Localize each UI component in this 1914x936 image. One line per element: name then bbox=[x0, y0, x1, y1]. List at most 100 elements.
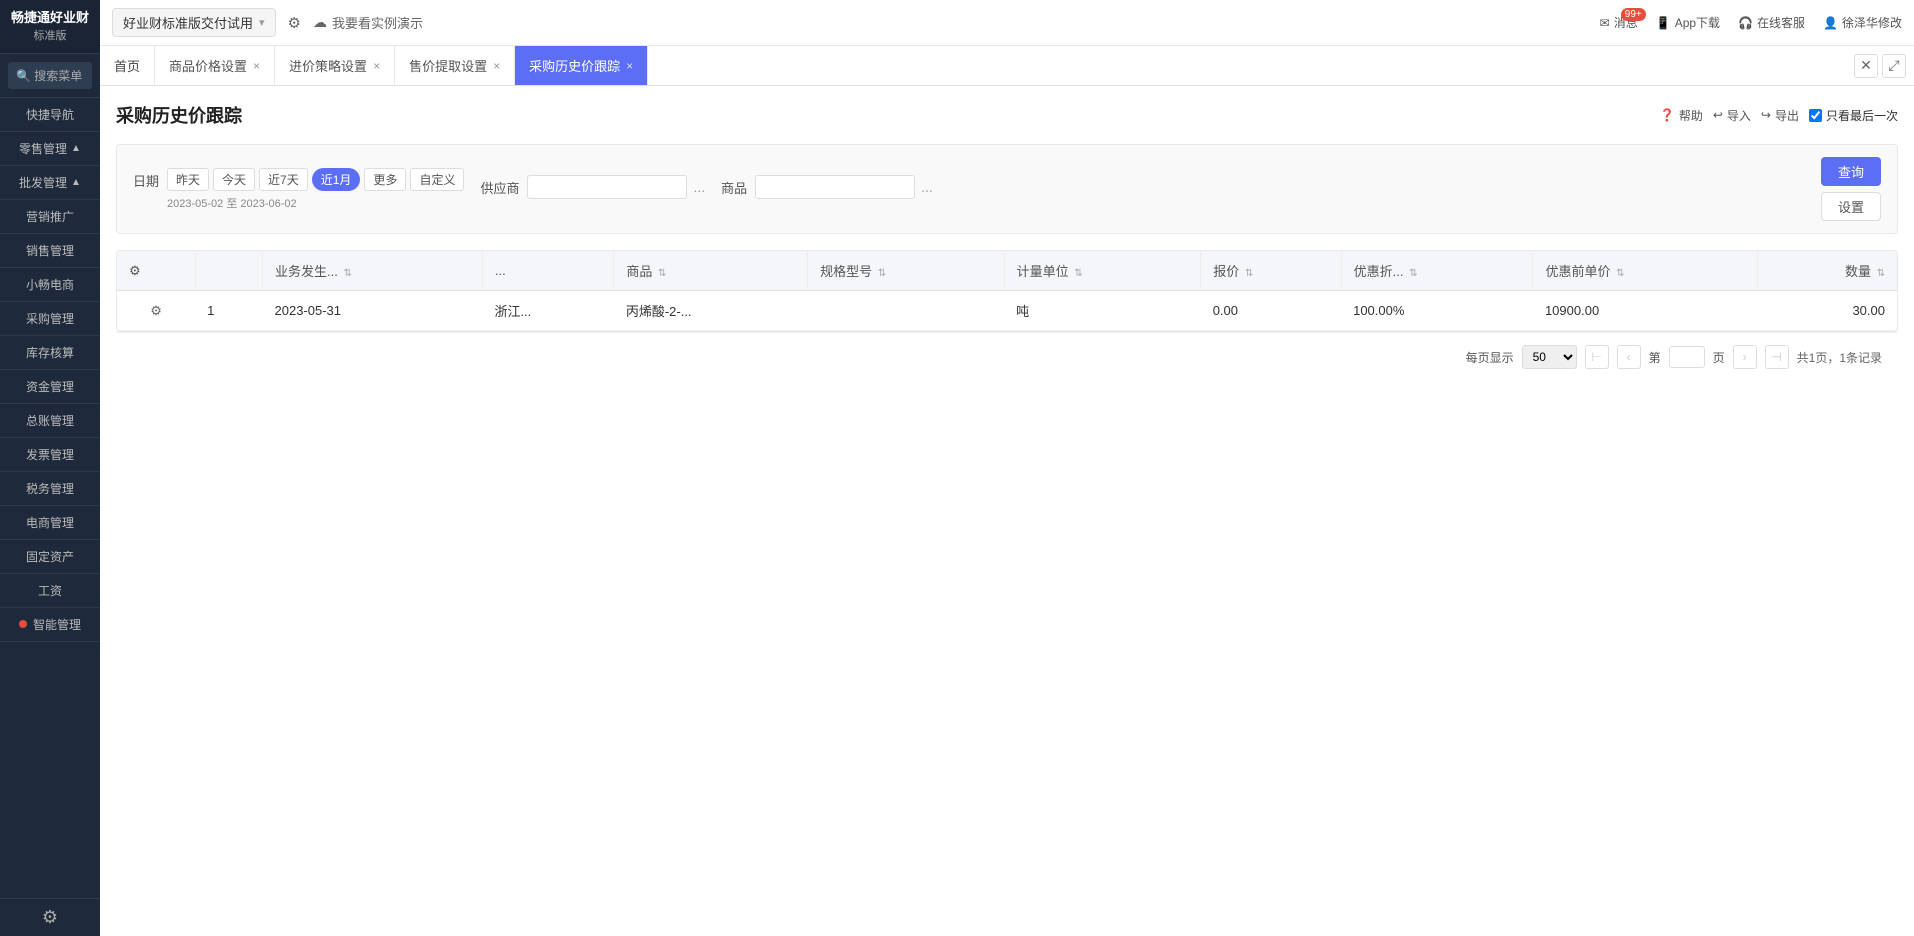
sort-product-icon: ⇅ bbox=[658, 268, 666, 279]
topbar-settings-icon[interactable]: ⚙ bbox=[288, 14, 301, 32]
topbar-selector-label: 好业财标准版交付试用 bbox=[123, 13, 253, 32]
col-discount[interactable]: 优惠折... ⇅ bbox=[1341, 251, 1533, 291]
sidebar-item-ecom[interactable]: 电商管理 bbox=[0, 506, 100, 540]
topbar-selector[interactable]: 好业财标准版交付试用 ▾ bbox=[112, 8, 276, 37]
col-quantity[interactable]: 数量 ⇅ bbox=[1758, 251, 1897, 291]
tab-bar: 首页 商品价格设置 × 进价策略设置 × 售价提取设置 × 采购历史价跟踪 × … bbox=[100, 46, 1914, 86]
date-range-display: 2023-05-02 至 2023-06-02 bbox=[167, 195, 464, 211]
date-btn-yesterday[interactable]: 昨天 bbox=[167, 168, 209, 191]
sidebar-item-retail[interactable]: 零售管理 ▲ bbox=[0, 132, 100, 166]
query-button[interactable]: 查询 bbox=[1821, 157, 1881, 186]
data-table: ⚙ 业务发生... ⇅ ... 商品 ⇅ bbox=[117, 251, 1897, 331]
sidebar-item-sales[interactable]: 销售管理 bbox=[0, 234, 100, 268]
page-label: 第 bbox=[1649, 349, 1661, 366]
row-discount: 100.00% bbox=[1341, 291, 1533, 331]
online-support-button[interactable]: 🎧 在线客服 bbox=[1738, 14, 1805, 31]
sidebar-item-smart[interactable]: 智能管理 bbox=[0, 608, 100, 642]
tab-sale-price-close-icon[interactable]: × bbox=[493, 59, 500, 73]
import-button[interactable]: ↩ 导入 bbox=[1713, 107, 1751, 124]
sidebar-item-quick-nav[interactable]: 快捷导航 bbox=[0, 98, 100, 132]
supplier-filter-group: 供应商 ... bbox=[480, 175, 705, 203]
tab-history-price[interactable]: 采购历史价跟踪 × bbox=[515, 46, 648, 85]
product-filter-label: 商品 bbox=[721, 175, 747, 203]
col-product[interactable]: 商品 ⇅ bbox=[614, 251, 808, 291]
date-btn-last7[interactable]: 近7天 bbox=[259, 168, 308, 191]
page-header-actions: ❓ 帮助 ↩ 导入 ↪ 导出 只看最后一次 bbox=[1660, 107, 1898, 124]
sidebar-settings-icon[interactable]: ⚙ bbox=[0, 898, 100, 936]
message-badge: 99+ bbox=[1621, 8, 1646, 21]
tab-close-window-button[interactable]: ✕ bbox=[1854, 54, 1878, 78]
topbar-demo[interactable]: ☁ 我要看实例演示 bbox=[313, 13, 423, 32]
last-only-checkbox[interactable] bbox=[1809, 109, 1822, 122]
tab-history-price-close-icon[interactable]: × bbox=[626, 59, 633, 73]
tab-price[interactable]: 商品价格设置 × bbox=[155, 46, 275, 85]
topbar: 好业财标准版交付试用 ▾ ⚙ ☁ 我要看实例演示 ✉ 消息 99+ 📱 App下… bbox=[100, 0, 1914, 46]
per-page-select[interactable]: 50 10 20 100 bbox=[1522, 345, 1577, 369]
date-filter-group: 日期 昨天 今天 近7天 近1月 更多 自定义 2023-05-02 至 202… bbox=[133, 168, 464, 211]
sidebar-item-finance[interactable]: 资金管理 bbox=[0, 370, 100, 404]
sort-discount-icon: ⇅ bbox=[1409, 268, 1417, 279]
user-profile-button[interactable]: 👤 徐泽华修改 bbox=[1823, 14, 1902, 31]
sidebar-item-payroll[interactable]: 工资 bbox=[0, 574, 100, 608]
sort-spec-icon: ⇅ bbox=[878, 268, 886, 279]
filter-settings-button[interactable]: 设置 bbox=[1821, 192, 1881, 221]
date-btn-custom[interactable]: 自定义 bbox=[410, 168, 464, 191]
sidebar-item-wholesale[interactable]: 批发管理 ▲ bbox=[0, 166, 100, 200]
sidebar-item-purchase[interactable]: 采购管理 bbox=[0, 302, 100, 336]
tab-purchase-strategy-close-icon[interactable]: × bbox=[373, 59, 380, 73]
tab-home[interactable]: 首页 bbox=[100, 46, 155, 85]
row-quote: 0.00 bbox=[1201, 291, 1341, 331]
messages-button[interactable]: ✉ 消息 99+ bbox=[1600, 14, 1638, 31]
tab-purchase-strategy[interactable]: 进价策略设置 × bbox=[275, 46, 395, 85]
row-spec bbox=[808, 291, 1005, 331]
date-btn-last1month[interactable]: 近1月 bbox=[312, 168, 361, 191]
col-more[interactable]: ... bbox=[482, 251, 613, 291]
col-quote[interactable]: 报价 ⇅ bbox=[1201, 251, 1341, 291]
col-gear[interactable]: ⚙ bbox=[117, 251, 195, 291]
product-input[interactable] bbox=[755, 175, 915, 199]
sidebar: 畅捷通好业财 标准版 🔍 搜索菜单 快捷导航 零售管理 ▲ 批发管理 ▲ 营销推… bbox=[0, 0, 100, 936]
sidebar-item-marketing[interactable]: 营销推广 bbox=[0, 200, 100, 234]
pagination-first-button[interactable]: ⊢ bbox=[1585, 345, 1609, 369]
tab-maximize-button[interactable]: ⤢ bbox=[1882, 54, 1906, 78]
import-icon: ↩ bbox=[1713, 108, 1723, 122]
col-biz-date[interactable]: 业务发生... ⇅ bbox=[263, 251, 483, 291]
pagination-prev-button[interactable]: ‹ bbox=[1617, 345, 1641, 369]
sidebar-item-invoice[interactable]: 发票管理 bbox=[0, 438, 100, 472]
app-download-button[interactable]: 📱 App下载 bbox=[1656, 14, 1720, 31]
sidebar-item-inventory[interactable]: 库存核算 bbox=[0, 336, 100, 370]
row-pre-discount: 10900.00 bbox=[1533, 291, 1758, 331]
pagination-next-button[interactable]: › bbox=[1733, 345, 1757, 369]
tab-price-close-icon[interactable]: × bbox=[253, 59, 260, 73]
help-button[interactable]: ❓ 帮助 bbox=[1660, 107, 1703, 124]
sidebar-item-tax[interactable]: 税务管理 bbox=[0, 472, 100, 506]
sidebar-item-assets[interactable]: 固定资产 bbox=[0, 540, 100, 574]
tab-sale-price[interactable]: 售价提取设置 × bbox=[395, 46, 515, 85]
product-dots-button[interactable]: ... bbox=[921, 179, 933, 195]
last-only-checkbox-label[interactable]: 只看最后一次 bbox=[1809, 107, 1898, 124]
search-menu-button[interactable]: 🔍 搜索菜单 bbox=[8, 62, 92, 89]
date-btn-today[interactable]: 今天 bbox=[213, 168, 255, 191]
row-gear-cell[interactable]: ⚙ bbox=[117, 291, 195, 331]
pagination-bar: 每页显示 50 10 20 100 ⊢ ‹ 第 1 页 › ⊣ 共1页，1条记录 bbox=[116, 332, 1898, 381]
sidebar-item-account[interactable]: 总账管理 bbox=[0, 404, 100, 438]
col-unit[interactable]: 计量单位 ⇅ bbox=[1004, 251, 1201, 291]
col-spec[interactable]: 规格型号 ⇅ bbox=[808, 251, 1005, 291]
col-pre-discount[interactable]: 优惠前单价 ⇅ bbox=[1533, 251, 1758, 291]
supplier-dots-button[interactable]: ... bbox=[693, 179, 705, 195]
content-area: 采购历史价跟踪 ❓ 帮助 ↩ 导入 ↪ 导出 bbox=[100, 86, 1914, 936]
sort-biz-date-icon: ⇅ bbox=[343, 268, 351, 279]
sort-quantity-icon: ⇅ bbox=[1877, 268, 1885, 279]
export-button[interactable]: ↪ 导出 bbox=[1761, 107, 1799, 124]
date-btn-more[interactable]: 更多 bbox=[364, 168, 406, 191]
pagination-last-button[interactable]: ⊣ bbox=[1765, 345, 1789, 369]
main-area: 好业财标准版交付试用 ▾ ⚙ ☁ 我要看实例演示 ✉ 消息 99+ 📱 App下… bbox=[100, 0, 1914, 936]
message-icon: ✉ bbox=[1600, 16, 1610, 30]
date-options: 昨天 今天 近7天 近1月 更多 自定义 2023-05-02 至 2023-0… bbox=[167, 168, 464, 211]
page-input[interactable]: 1 bbox=[1669, 346, 1705, 368]
supplier-input[interactable] bbox=[527, 175, 687, 199]
page-container: 采购历史价跟踪 ❓ 帮助 ↩ 导入 ↪ 导出 bbox=[100, 86, 1914, 936]
smart-indicator-dot bbox=[19, 620, 27, 628]
sidebar-item-ecom-small[interactable]: 小畅电商 bbox=[0, 268, 100, 302]
filter-bar: 日期 昨天 今天 近7天 近1月 更多 自定义 2023-05-02 至 202… bbox=[116, 144, 1898, 234]
